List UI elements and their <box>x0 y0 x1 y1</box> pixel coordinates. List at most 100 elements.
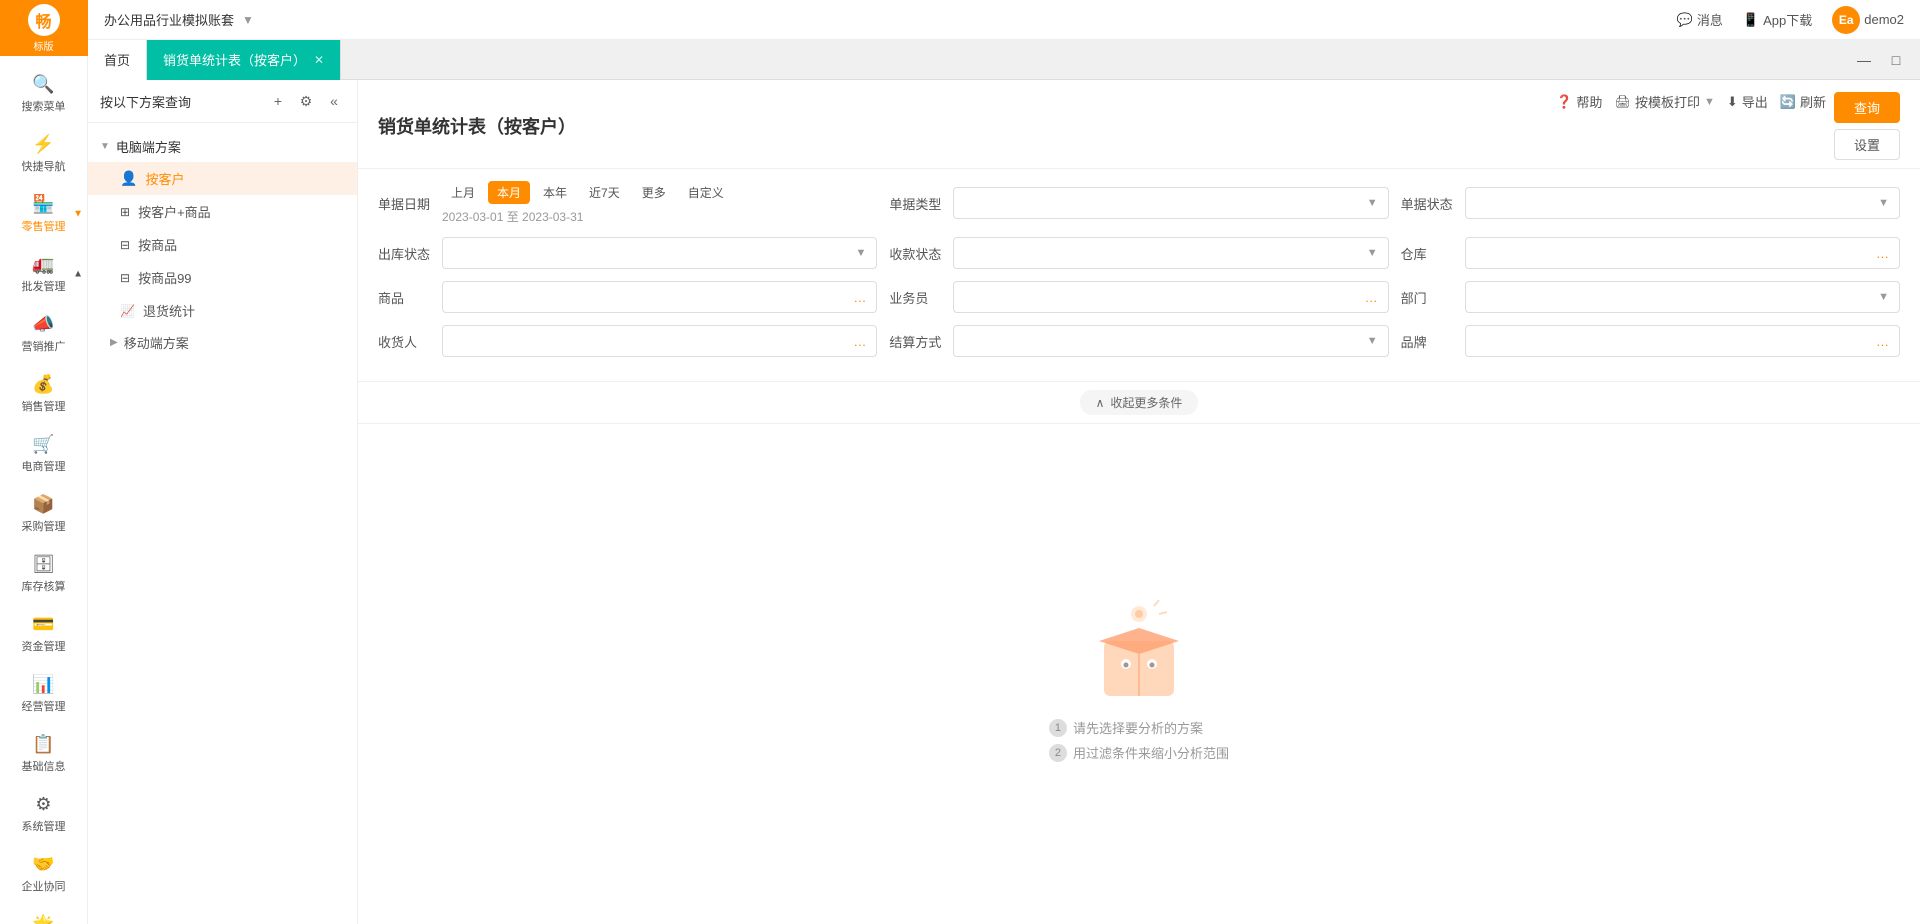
sidebar-item-wholesale[interactable]: 🚛 批发管理 ▲ <box>0 244 87 304</box>
date-btn-this-month[interactable]: 本月 <box>488 181 530 204</box>
print-btn[interactable]: 🖨 按模板打印 ▼ <box>1614 92 1714 111</box>
sidebar-item-basic-label: 基础信息 <box>22 758 66 774</box>
tree-item-by-customer[interactable]: 👤 按客户 <box>88 162 357 195</box>
page-title: 销货单统计表（按客户） <box>378 113 576 139</box>
left-panel-collapse-btn[interactable]: « <box>323 90 345 112</box>
sidebar-item-search-label: 搜索菜单 <box>22 98 66 114</box>
tree-item-by-product-label: 按商品 <box>138 235 177 254</box>
app-logo: 畅 标版 <box>0 0 88 56</box>
purchase-icon: 📦 <box>32 494 54 515</box>
by-customer-product-icon: ⊞ <box>120 205 130 219</box>
query-btn[interactable]: 查询 <box>1834 92 1900 123</box>
receiver-input[interactable]: … <box>442 325 877 357</box>
doc-status-label: 单据状态 <box>1401 194 1457 213</box>
tree-item-by-product[interactable]: ⊟ 按商品 <box>88 228 357 261</box>
warehouse-dots: … <box>1876 246 1889 261</box>
sidebar-item-retail[interactable]: 🏪 零售管理 ▼ <box>0 184 87 244</box>
date-btn-custom[interactable]: 自定义 <box>679 181 733 204</box>
user-name: demo2 <box>1864 12 1904 27</box>
filter-brand-field: 品牌 … <box>1401 325 1900 357</box>
page-title-bar: 销货单统计表（按客户） ❓ 帮助 🖨 按模板打印 ▼ ⬇ <box>358 80 1920 169</box>
tab-sales-stats[interactable]: 销货单统计表（按客户） ✕ <box>147 40 341 80</box>
user-action[interactable]: Ea demo2 <box>1832 6 1904 34</box>
date-btn-more[interactable]: 更多 <box>633 181 675 204</box>
left-panel-add-btn[interactable]: + <box>267 90 289 112</box>
doc-status-input[interactable]: ▼ <box>1465 187 1900 219</box>
salesperson-input[interactable]: … <box>953 281 1388 313</box>
marketing-icon: 📣 <box>32 314 54 335</box>
sidebar-item-finance[interactable]: 💳 资金管理 <box>0 604 87 664</box>
department-label: 部门 <box>1401 288 1457 307</box>
app-download-label: App下载 <box>1763 10 1812 29</box>
download-icon: 📱 <box>1743 12 1759 28</box>
date-btn-last-month[interactable]: 上月 <box>442 181 484 204</box>
tree-group-mobile-label: 移动端方案 <box>124 333 189 352</box>
left-panel-settings-btn[interactable]: ⚙ <box>295 90 317 112</box>
sidebar-item-basic[interactable]: 📋 基础信息 <box>0 724 87 784</box>
doc-type-input[interactable]: ▼ <box>953 187 1388 219</box>
sidebar-item-shortcuts[interactable]: ⚡ 快捷导航 <box>0 124 87 184</box>
refresh-btn[interactable]: 🔄 刷新 <box>1780 92 1826 111</box>
sidebar-item-search[interactable]: 🔍 搜索菜单 <box>0 64 87 124</box>
settlement-input[interactable]: ▼ <box>953 325 1388 357</box>
tree-item-refund-stats[interactable]: 📈 退货统计 <box>88 294 357 327</box>
query-settings-group: 查询 设置 <box>1834 92 1900 160</box>
brand-input[interactable]: … <box>1465 325 1900 357</box>
filter-payment-status-field: 收款状态 ▼ <box>889 237 1388 269</box>
left-panel: 按以下方案查询 + ⚙ « ▼ 电脑端方案 👤 按客户 ⊞ 按客 <box>88 80 358 924</box>
message-action[interactable]: 💬 消息 <box>1677 10 1723 29</box>
out-status-input[interactable]: ▼ <box>442 237 877 269</box>
date-btn-7days[interactable]: 近7天 <box>580 181 629 204</box>
export-btn[interactable]: ⬇ 导出 <box>1727 92 1768 111</box>
sidebar-item-newbie[interactable]: 🌟 新手引导 <box>0 904 87 924</box>
help-btn[interactable]: ❓ 帮助 <box>1556 92 1602 111</box>
sidebar-item-retail-label: 零售管理 <box>22 218 66 234</box>
tab-minimize-btn[interactable]: — <box>1852 48 1876 72</box>
tab-home[interactable]: 首页 <box>88 40 147 80</box>
sidebar-item-inventory[interactable]: 🗄 库存核算 <box>0 544 87 604</box>
sidebar-item-operation[interactable]: 📊 经营管理 <box>0 664 87 724</box>
filter-date-field: 单据日期 上月 本月 本年 近7天 更多 自定义 2023-03-01 至 20… <box>378 181 877 225</box>
sidebar-item-sales[interactable]: 💰 销售管理 <box>0 364 87 424</box>
payment-status-input[interactable]: ▼ <box>953 237 1388 269</box>
sales-icon: 💰 <box>32 374 54 395</box>
filter-receiver-field: 收货人 … <box>378 325 877 357</box>
tab-close-btn[interactable]: ✕ <box>314 53 324 67</box>
sidebar-item-enterprise[interactable]: 🤝 企业协同 <box>0 844 87 904</box>
doc-status-arrow: ▼ <box>1878 197 1889 209</box>
tab-maximize-btn[interactable]: □ <box>1884 48 1908 72</box>
logo-subtitle: 标版 <box>34 38 54 53</box>
tree-group-mobile[interactable]: ▶ 移动端方案 <box>88 327 357 358</box>
tree-group-desktop[interactable]: ▼ 电脑端方案 <box>88 131 357 162</box>
sidebar-nav: 🔍 搜索菜单 ⚡ 快捷导航 🏪 零售管理 ▼ 🚛 批发管理 ▲ 📣 营销推广 💰… <box>0 56 87 924</box>
salesperson-dots: … <box>1365 290 1378 305</box>
sidebar-item-sales-label: 销售管理 <box>22 398 66 414</box>
product-input[interactable]: … <box>442 281 877 313</box>
department-input[interactable]: ▼ <box>1465 281 1900 313</box>
app-download-action[interactable]: 📱 App下载 <box>1743 10 1812 29</box>
collapse-btn[interactable]: ∧ 收起更多条件 <box>1080 390 1199 415</box>
sidebar-item-purchase-label: 采购管理 <box>22 518 66 534</box>
print-label: 按模板打印 <box>1635 92 1700 111</box>
settlement-label: 结算方式 <box>889 332 945 351</box>
empty-tip-1: 1 请先选择要分析的方案 <box>1049 718 1229 737</box>
settings-btn[interactable]: 设置 <box>1834 129 1900 160</box>
tree-item-by-customer-product[interactable]: ⊞ 按客户+商品 <box>88 195 357 228</box>
tree-item-by-product99[interactable]: ⊟ 按商品99 <box>88 261 357 294</box>
export-label: 导出 <box>1742 92 1768 111</box>
enterprise-icon: 🤝 <box>32 854 54 875</box>
brand-dots: … <box>1876 334 1889 349</box>
tree-item-by-customer-product-label: 按客户+商品 <box>138 202 211 221</box>
sidebar-item-system[interactable]: ⚙ 系统管理 <box>0 784 87 844</box>
content-body: 按以下方案查询 + ⚙ « ▼ 电脑端方案 👤 按客户 ⊞ 按客 <box>88 80 1920 924</box>
warehouse-input[interactable]: … <box>1465 237 1900 269</box>
refund-stats-icon: 📈 <box>120 304 135 318</box>
sidebar-item-ecommerce[interactable]: 🛒 电商管理 <box>0 424 87 484</box>
date-btn-this-year[interactable]: 本年 <box>534 181 576 204</box>
right-content: 销货单统计表（按客户） ❓ 帮助 🖨 按模板打印 ▼ ⬇ <box>358 80 1920 924</box>
header-right: 💬 消息 📱 App下载 Ea demo2 <box>1677 6 1904 34</box>
sidebar-item-purchase[interactable]: 📦 采购管理 <box>0 484 87 544</box>
wholesale-expand-arrow: ▲ <box>73 269 83 280</box>
filter-out-status-field: 出库状态 ▼ <box>378 237 877 269</box>
sidebar-item-marketing[interactable]: 📣 营销推广 <box>0 304 87 364</box>
